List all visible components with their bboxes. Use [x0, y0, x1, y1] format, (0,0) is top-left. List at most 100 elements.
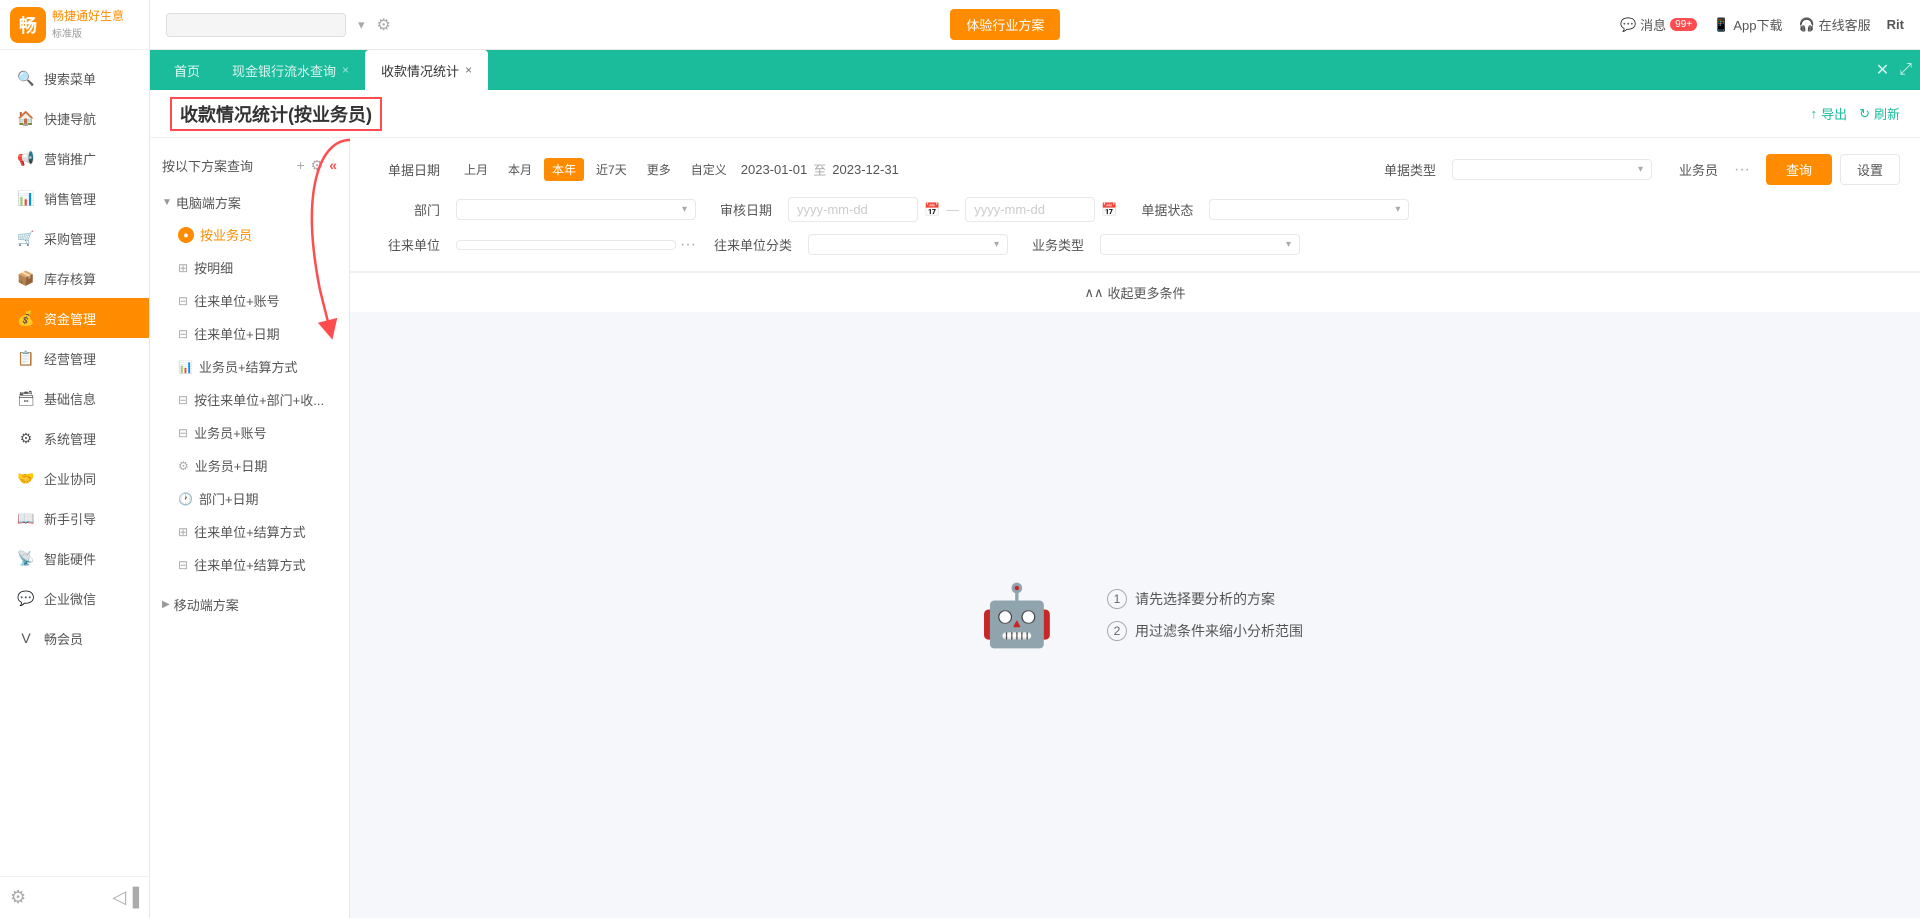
- sidebar-item-wechat[interactable]: 💬企业微信: [0, 578, 149, 618]
- salesman-label: 业务员: [1668, 160, 1718, 179]
- topbar-right: 💬 消息 99+ 📱 App下载 🎧 在线客服 Rit: [1620, 15, 1904, 34]
- scheme-item-7[interactable]: ⚙业务员+日期: [150, 449, 349, 482]
- scheme-item-6[interactable]: ⊟业务员+账号: [150, 416, 349, 449]
- date-tab-更多[interactable]: 更多: [639, 158, 679, 181]
- date-tab-近7天[interactable]: 近7天: [588, 158, 635, 181]
- date-control: 上月本月本年近7天更多自定义 2023-01-01 至 2023-12-31: [456, 158, 1360, 181]
- doc-type-select[interactable]: ▾: [1452, 159, 1652, 180]
- scheme-item-10[interactable]: ⊟往来单位+结算方式: [150, 548, 349, 581]
- query-btn[interactable]: 查询: [1766, 154, 1832, 185]
- online-service-btn[interactable]: 🎧 在线客服: [1798, 15, 1870, 34]
- message-area[interactable]: 💬 消息 99+: [1620, 15, 1697, 34]
- settings-topbar-icon[interactable]: ⚙: [377, 15, 391, 35]
- page-actions: ↑ 导出 ↻ 刷新: [1811, 104, 1900, 123]
- app-download-btn[interactable]: 📱 App下载: [1713, 15, 1782, 34]
- scheme-item-2[interactable]: ⊟往来单位+账号: [150, 284, 349, 317]
- partner-select[interactable]: [456, 240, 676, 250]
- tab-bank-flow[interactable]: 现金银行流水查询 ×: [216, 50, 365, 90]
- dept-select[interactable]: ▾: [456, 199, 696, 220]
- scheme-item-0[interactable]: ●按业务员: [150, 218, 349, 251]
- scheme-item-icon-5: ⊟: [178, 393, 188, 407]
- tab-bank-flow-close[interactable]: ×: [342, 63, 349, 77]
- scheme-item-4[interactable]: 📊 业务员+结算方式: [150, 350, 349, 383]
- sidebar-item-enterprise[interactable]: 🤝企业协同: [0, 458, 149, 498]
- sidebar-item-operations[interactable]: 📋经营管理: [0, 338, 149, 378]
- scheme-settings-btn[interactable]: ⚙: [311, 157, 324, 174]
- scheme-item-1[interactable]: ⊞按明细: [150, 251, 349, 284]
- date-tab-自定义[interactable]: 自定义: [683, 158, 735, 181]
- tab-collection-stats-close[interactable]: ×: [465, 63, 472, 77]
- salesman-control: ···: [1734, 161, 1750, 179]
- scheme-item-3[interactable]: ⊟往来单位+日期: [150, 317, 349, 350]
- sidebar-item-inventory[interactable]: 📦库存核算: [0, 258, 149, 298]
- settings-filter-btn[interactable]: 设置: [1840, 154, 1900, 185]
- hint-num-2: 2: [1107, 621, 1127, 641]
- sidebar-navigation: 🔍搜索菜单🏠快捷导航📢营销推广📊销售管理🛒采购管理📦库存核算💰资金管理📋经营管理…: [0, 50, 149, 876]
- sidebar-item-finance[interactable]: 💰资金管理: [0, 298, 149, 338]
- scheme-group-mobile-header[interactable]: ▶ 移动端方案: [150, 589, 349, 620]
- scheme-item-5[interactable]: ⊟ 按往来单位+部门+收...: [150, 383, 349, 416]
- sidebar-item-guide[interactable]: 📖新手引导: [0, 498, 149, 538]
- doc-status-select[interactable]: ▾: [1209, 199, 1409, 220]
- date-tab-上月[interactable]: 上月: [456, 158, 496, 181]
- breadcrumb-input[interactable]: [166, 13, 346, 37]
- review-date-to[interactable]: yyyy-mm-dd: [965, 197, 1095, 222]
- scheme-item-9[interactable]: ⊞往来单位+结算方式: [150, 515, 349, 548]
- sidebar-item-purchase[interactable]: 🛒采购管理: [0, 218, 149, 258]
- partner-more-btn[interactable]: ···: [680, 236, 696, 254]
- sidebar-item-basic-info[interactable]: 🗃基础信息: [0, 378, 149, 418]
- nav-label-basic-info: 基础信息: [44, 389, 96, 408]
- hint-row-2: 2 用过滤条件来缩小分析范围: [1107, 621, 1303, 641]
- sidebar: 畅 畅捷通好生意 标准版 🔍搜索菜单🏠快捷导航📢营销推广📊销售管理🛒采购管理📦库…: [0, 0, 150, 918]
- salesman-more-btn[interactable]: ···: [1734, 161, 1750, 179]
- biz-type-select[interactable]: ▾: [1100, 234, 1300, 255]
- collapse-bar[interactable]: ∧∧ 收起更多条件: [350, 272, 1920, 312]
- scheme-item-label-4: 业务员+结算方式: [199, 357, 298, 376]
- message-icon: 💬: [1620, 17, 1636, 33]
- sidebar-item-marketing[interactable]: 📢营销推广: [0, 138, 149, 178]
- date-tab-本月[interactable]: 本月: [500, 158, 540, 181]
- review-date-from[interactable]: yyyy-mm-dd: [788, 197, 918, 222]
- dropdown-icon[interactable]: ▾: [358, 17, 365, 33]
- collapse-sidebar-icon[interactable]: ◁▐: [112, 887, 139, 908]
- scheme-item-8[interactable]: 🕐部门+日期: [150, 482, 349, 515]
- user-name[interactable]: Rit: [1887, 17, 1904, 32]
- sidebar-item-quick-nav[interactable]: 🏠快捷导航: [0, 98, 149, 138]
- date-range-from: 2023-01-01: [741, 162, 808, 177]
- trial-button[interactable]: 体验行业方案: [950, 9, 1060, 40]
- collapse-label: 收起更多条件: [1108, 283, 1186, 302]
- settings-icon[interactable]: ⚙: [10, 887, 26, 908]
- maximize-btn[interactable]: ⤢: [1899, 61, 1912, 79]
- partner-type-select[interactable]: ▾: [808, 234, 1008, 255]
- sidebar-item-system[interactable]: ⚙系统管理: [0, 418, 149, 458]
- nav-label-sales: 销售管理: [44, 189, 96, 208]
- tabs-actions: ✕ ⤢: [1876, 60, 1912, 80]
- page-header: 收款情况统计(按业务员) ↑ 导出 ↻ 刷新: [150, 90, 1920, 138]
- scheme-item-label-9: 往来单位+结算方式: [194, 522, 306, 541]
- sidebar-item-search-menu[interactable]: 🔍搜索菜单: [0, 58, 149, 98]
- main-area: ▾ ⚙ 体验行业方案 💬 消息 99+ 📱 App下载 🎧 在线客服 Rit: [150, 0, 1920, 918]
- right-main: 单据日期 上月本月本年近7天更多自定义 2023-01-01 至 2023-12…: [350, 138, 1920, 918]
- sidebar-item-smart-hw[interactable]: 📡智能硬件: [0, 538, 149, 578]
- refresh-btn[interactable]: ↻ 刷新: [1859, 104, 1900, 123]
- sidebar-bottom: ⚙ ◁▐: [0, 876, 149, 918]
- date-tab-本年[interactable]: 本年: [544, 158, 584, 181]
- tab-home[interactable]: 首页: [158, 50, 216, 90]
- sidebar-item-member[interactable]: V畅会员: [0, 618, 149, 658]
- close-all-tabs-btn[interactable]: ✕: [1876, 60, 1889, 80]
- scheme-collapse-btn[interactable]: «: [329, 157, 337, 174]
- message-label: 消息: [1640, 15, 1666, 34]
- topbar: ▾ ⚙ 体验行业方案 💬 消息 99+ 📱 App下载 🎧 在线客服 Rit: [150, 0, 1920, 50]
- scheme-group-desktop-header[interactable]: ▼ 电脑端方案: [150, 187, 349, 218]
- export-btn[interactable]: ↑ 导出: [1811, 104, 1848, 123]
- tab-collection-stats[interactable]: 收款情况统计 ×: [365, 50, 488, 90]
- filter-row-3: 往来单位 ··· 往来单位分类 ▾ 业务类型: [370, 234, 1900, 255]
- scheme-add-btn[interactable]: +: [296, 157, 304, 174]
- biz-type-arrow: ▾: [1286, 239, 1291, 250]
- scheme-item-icon-6: ⊟: [178, 426, 188, 440]
- scheme-item-icon-4: 📊: [178, 360, 193, 374]
- sidebar-item-sales[interactable]: 📊销售管理: [0, 178, 149, 218]
- partner-type-arrow: ▾: [994, 239, 999, 250]
- scheme-item-label-5: 按往来单位+部门+收...: [194, 390, 324, 409]
- nav-label-guide: 新手引导: [44, 509, 96, 528]
